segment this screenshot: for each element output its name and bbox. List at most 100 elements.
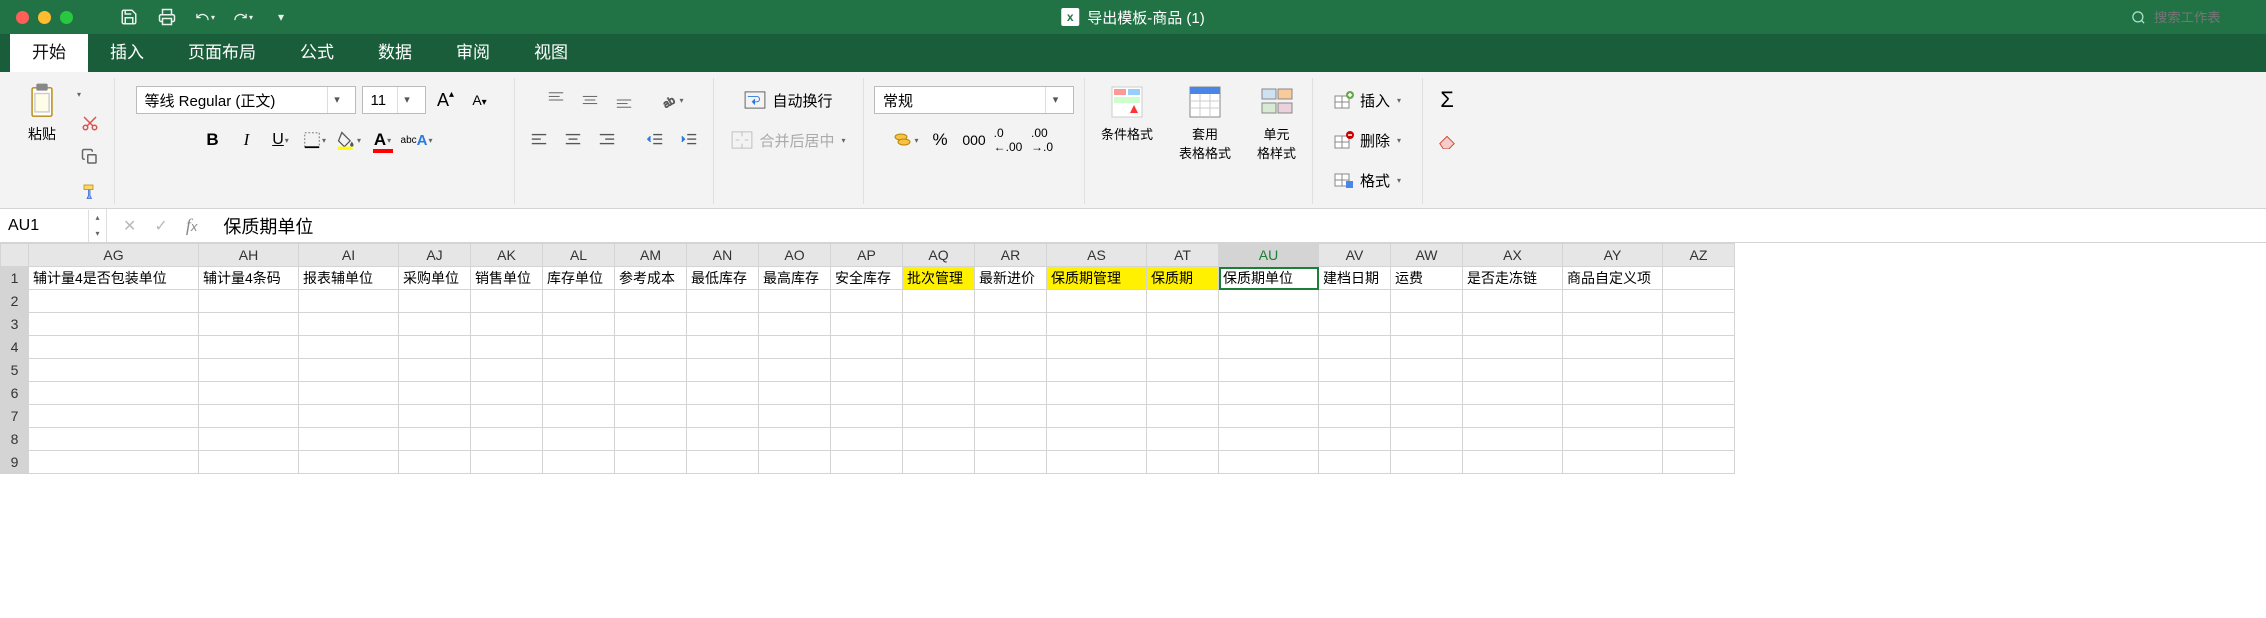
cell-AI9[interactable]: [299, 451, 399, 474]
italic-button[interactable]: I: [233, 127, 261, 153]
save-icon[interactable]: [119, 7, 139, 27]
font-size-combo[interactable]: ▾: [362, 86, 426, 114]
cell-AQ7[interactable]: [903, 405, 975, 428]
column-header-AW[interactable]: AW: [1391, 244, 1463, 267]
fill-color-button[interactable]: ▾: [335, 127, 363, 153]
cell-AN1[interactable]: 最低库存: [687, 267, 759, 290]
cell-AJ2[interactable]: [399, 290, 471, 313]
cell-AX4[interactable]: [1463, 336, 1563, 359]
column-header-AZ[interactable]: AZ: [1663, 244, 1735, 267]
cell-AL2[interactable]: [543, 290, 615, 313]
cell-AP5[interactable]: [831, 359, 903, 382]
cell-AV8[interactable]: [1319, 428, 1391, 451]
cell-AW5[interactable]: [1391, 359, 1463, 382]
search-input[interactable]: [2152, 9, 2252, 26]
cell-AH1[interactable]: 辅计量4条码: [199, 267, 299, 290]
tab-review[interactable]: 审阅: [434, 29, 512, 72]
cell-AL7[interactable]: [543, 405, 615, 428]
row-header-6[interactable]: 6: [1, 382, 29, 405]
cell-AM4[interactable]: [615, 336, 687, 359]
tab-home[interactable]: 开始: [10, 29, 88, 72]
cell-AG6[interactable]: [29, 382, 199, 405]
cell-AJ7[interactable]: [399, 405, 471, 428]
cell-AO6[interactable]: [759, 382, 831, 405]
cell-AR8[interactable]: [975, 428, 1047, 451]
cell-AZ3[interactable]: [1663, 313, 1735, 336]
cell-AH6[interactable]: [199, 382, 299, 405]
autosum-button[interactable]: Σ: [1433, 87, 1461, 113]
cell-AN8[interactable]: [687, 428, 759, 451]
tab-layout[interactable]: 页面布局: [166, 29, 278, 72]
cell-AV6[interactable]: [1319, 382, 1391, 405]
column-header-AN[interactable]: AN: [687, 244, 759, 267]
cell-styles-button[interactable]: 单元 格样式: [1251, 80, 1302, 166]
merge-center-button[interactable]: 合并后居中 ▾: [731, 120, 845, 160]
redo-button[interactable]: ▾: [233, 7, 253, 27]
cancel-formula-button[interactable]: ✕: [123, 216, 136, 236]
cell-AS8[interactable]: [1047, 428, 1147, 451]
column-header-AL[interactable]: AL: [543, 244, 615, 267]
cell-AU4[interactable]: [1219, 336, 1319, 359]
clear-button[interactable]: [1433, 127, 1461, 153]
cell-AU2[interactable]: [1219, 290, 1319, 313]
decrease-indent-button[interactable]: [641, 127, 669, 153]
cell-AR7[interactable]: [975, 405, 1047, 428]
row-header-1[interactable]: 1: [1, 267, 29, 290]
cell-AV3[interactable]: [1319, 313, 1391, 336]
number-format-combo[interactable]: ▾: [874, 86, 1074, 114]
increase-font-button[interactable]: A▴: [432, 87, 460, 113]
currency-button[interactable]: ▾: [892, 127, 920, 153]
cell-AO8[interactable]: [759, 428, 831, 451]
comma-button[interactable]: 000: [960, 127, 988, 153]
cell-AT2[interactable]: [1147, 290, 1219, 313]
align-center-button[interactable]: [559, 127, 587, 153]
cell-AK1[interactable]: 销售单位: [471, 267, 543, 290]
cell-AT9[interactable]: [1147, 451, 1219, 474]
fx-icon[interactable]: fx: [186, 215, 198, 236]
cell-AO3[interactable]: [759, 313, 831, 336]
cell-AX9[interactable]: [1463, 451, 1563, 474]
cell-AW4[interactable]: [1391, 336, 1463, 359]
bold-button[interactable]: B: [199, 127, 227, 153]
cell-AS1[interactable]: 保质期管理: [1047, 267, 1147, 290]
cell-AT8[interactable]: [1147, 428, 1219, 451]
cell-AK9[interactable]: [471, 451, 543, 474]
cell-AQ8[interactable]: [903, 428, 975, 451]
cell-AN2[interactable]: [687, 290, 759, 313]
cell-AY3[interactable]: [1563, 313, 1663, 336]
tab-formulas[interactable]: 公式: [278, 29, 356, 72]
select-all-corner[interactable]: [1, 244, 29, 267]
column-header-AY[interactable]: AY: [1563, 244, 1663, 267]
cell-AP9[interactable]: [831, 451, 903, 474]
cell-AV1[interactable]: 建档日期: [1319, 267, 1391, 290]
cell-AU9[interactable]: [1219, 451, 1319, 474]
print-icon[interactable]: [157, 7, 177, 27]
cell-AP1[interactable]: 安全库存: [831, 267, 903, 290]
cell-AI1[interactable]: 报表辅单位: [299, 267, 399, 290]
cell-AO9[interactable]: [759, 451, 831, 474]
cell-AY8[interactable]: [1563, 428, 1663, 451]
cell-AK8[interactable]: [471, 428, 543, 451]
name-box-stepper[interactable]: ▴▾: [88, 210, 106, 242]
tab-view[interactable]: 视图: [512, 29, 590, 72]
cell-AM9[interactable]: [615, 451, 687, 474]
border-button[interactable]: ▾: [301, 127, 329, 153]
increase-decimal-button[interactable]: .0←.00: [994, 127, 1022, 153]
cell-AP7[interactable]: [831, 405, 903, 428]
cell-AX1[interactable]: 是否走冻链: [1463, 267, 1563, 290]
qat-customize-button[interactable]: ▾: [271, 7, 291, 27]
cell-AY6[interactable]: [1563, 382, 1663, 405]
cell-AN7[interactable]: [687, 405, 759, 428]
cell-AW8[interactable]: [1391, 428, 1463, 451]
row-header-7[interactable]: 7: [1, 405, 29, 428]
close-window-button[interactable]: [16, 11, 29, 24]
cell-AH8[interactable]: [199, 428, 299, 451]
cell-AZ7[interactable]: [1663, 405, 1735, 428]
align-right-button[interactable]: [593, 127, 621, 153]
cell-AT3[interactable]: [1147, 313, 1219, 336]
cell-AK3[interactable]: [471, 313, 543, 336]
cell-AP2[interactable]: [831, 290, 903, 313]
dropdown-indicator-icon[interactable]: ▾: [76, 84, 104, 102]
cell-AV2[interactable]: [1319, 290, 1391, 313]
cell-AM6[interactable]: [615, 382, 687, 405]
